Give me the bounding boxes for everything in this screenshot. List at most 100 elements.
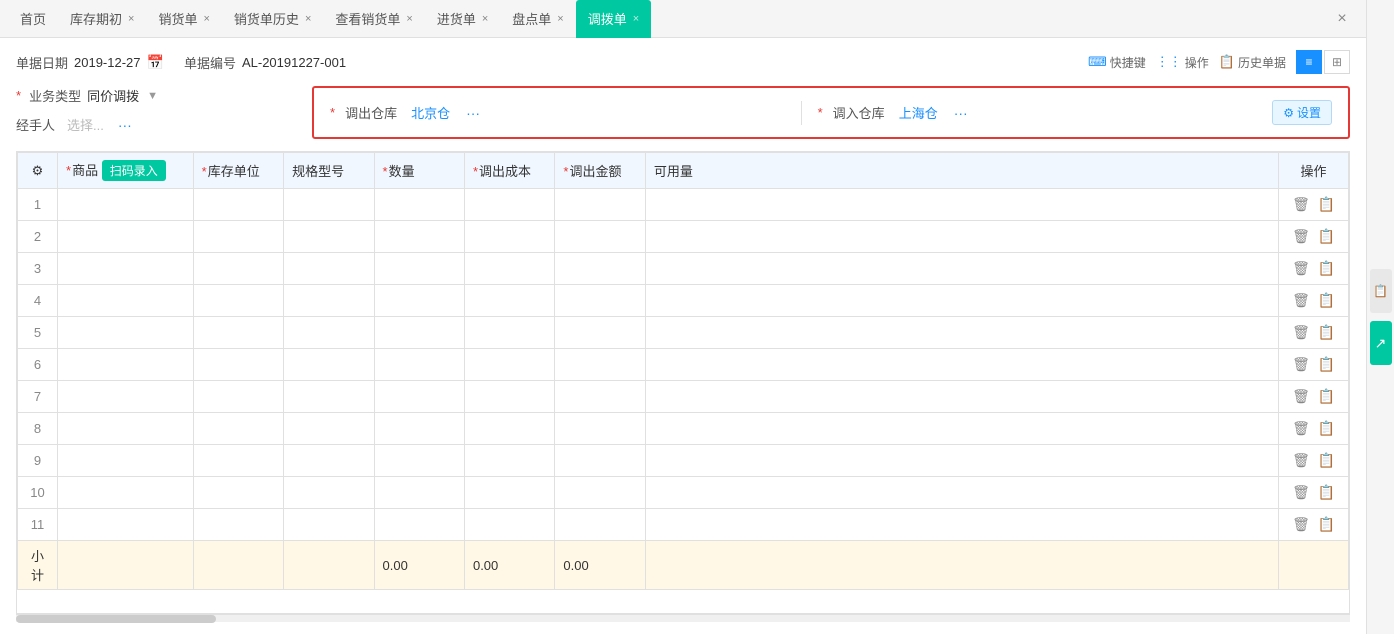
quantity-cell[interactable] (374, 253, 464, 285)
tab-transfer[interactable]: 调拨单 × (576, 0, 651, 38)
cost-cell[interactable] (464, 477, 554, 509)
product-cell[interactable] (58, 317, 194, 349)
operation-button[interactable]: ⋮⋮ 操作 (1156, 54, 1209, 71)
delete-icon[interactable]: 🗑 (1292, 228, 1310, 244)
product-cell[interactable] (58, 189, 194, 221)
transfer-in-value[interactable]: 上海仓 (899, 103, 938, 122)
amount-cell[interactable] (555, 477, 645, 509)
settings-button[interactable]: ⚙ 设置 (1272, 100, 1332, 125)
copy-icon[interactable]: 📋 (1317, 356, 1334, 372)
spec-cell[interactable] (284, 253, 374, 285)
tab-close-inventory-check[interactable]: × (557, 13, 563, 25)
cost-cell[interactable] (464, 349, 554, 381)
cost-cell[interactable] (464, 509, 554, 541)
quantity-cell[interactable] (374, 381, 464, 413)
delete-icon[interactable]: 🗑 (1292, 292, 1310, 308)
history-button[interactable]: 📋 历史单据 (1219, 54, 1286, 71)
product-cell[interactable] (58, 477, 194, 509)
amount-cell[interactable] (555, 413, 645, 445)
tab-close-sales-order[interactable]: × (203, 13, 209, 25)
quantity-cell[interactable] (374, 189, 464, 221)
sidebar-expand-icon[interactable]: ↗ (1370, 321, 1392, 365)
copy-icon[interactable]: 📋 (1317, 452, 1334, 468)
product-cell[interactable] (58, 381, 194, 413)
quantity-cell[interactable] (374, 413, 464, 445)
quantity-cell[interactable] (374, 445, 464, 477)
amount-cell[interactable] (555, 317, 645, 349)
quantity-cell[interactable] (374, 349, 464, 381)
cost-cell[interactable] (464, 189, 554, 221)
delete-icon[interactable]: 🗑 (1292, 388, 1310, 404)
unit-cell[interactable] (193, 349, 283, 381)
transfer-out-value[interactable]: 北京仓 (411, 103, 450, 122)
quantity-cell[interactable] (374, 221, 464, 253)
unit-cell[interactable] (193, 189, 283, 221)
cost-cell[interactable] (464, 253, 554, 285)
quantity-cell[interactable] (374, 509, 464, 541)
cost-cell[interactable] (464, 381, 554, 413)
quantity-cell[interactable] (374, 477, 464, 509)
tab-close-purchase[interactable]: × (482, 13, 488, 25)
spec-cell[interactable] (284, 509, 374, 541)
spec-cell[interactable] (284, 221, 374, 253)
delete-icon[interactable]: 🗑 (1292, 324, 1310, 340)
unit-cell[interactable] (193, 413, 283, 445)
scroll-thumb[interactable] (16, 615, 216, 623)
cost-cell[interactable] (464, 317, 554, 349)
copy-icon[interactable]: 📋 (1317, 324, 1334, 340)
tab-view-sales[interactable]: 查看销货单 × (323, 0, 424, 38)
spec-cell[interactable] (284, 285, 374, 317)
tab-close-inventory-init[interactable]: × (128, 13, 134, 25)
tab-home[interactable]: 首页 (8, 0, 58, 38)
product-cell[interactable] (58, 253, 194, 285)
quantity-cell[interactable] (374, 317, 464, 349)
amount-cell[interactable] (555, 381, 645, 413)
unit-cell[interactable] (193, 285, 283, 317)
delete-icon[interactable]: 🗑 (1292, 196, 1310, 212)
copy-icon[interactable]: 📋 (1317, 420, 1334, 436)
shortcut-button[interactable]: ⌨ 快捷键 (1088, 54, 1146, 71)
tab-close-view-sales[interactable]: × (406, 13, 412, 25)
copy-icon[interactable]: 📋 (1317, 292, 1334, 308)
unit-cell[interactable] (193, 445, 283, 477)
product-cell[interactable] (58, 413, 194, 445)
spec-cell[interactable] (284, 317, 374, 349)
amount-cell[interactable] (555, 253, 645, 285)
amount-cell[interactable] (555, 285, 645, 317)
transfer-in-more-button[interactable]: ··· (954, 105, 968, 121)
spec-cell[interactable] (284, 349, 374, 381)
delete-icon[interactable]: 🗑 (1292, 484, 1310, 500)
tab-sales-history[interactable]: 销货单历史 × (222, 0, 323, 38)
tab-purchase[interactable]: 进货单 × (425, 0, 500, 38)
close-all-tabs-button[interactable]: × (1326, 3, 1358, 35)
delete-icon[interactable]: 🗑 (1292, 260, 1310, 276)
cost-cell[interactable] (464, 285, 554, 317)
unit-cell[interactable] (193, 381, 283, 413)
product-cell[interactable] (58, 349, 194, 381)
tab-close-sales-history[interactable]: × (305, 13, 311, 25)
gear-icon[interactable]: ⚙ (32, 163, 44, 178)
copy-icon[interactable]: 📋 (1317, 516, 1334, 532)
unit-cell[interactable] (193, 509, 283, 541)
spec-cell[interactable] (284, 445, 374, 477)
quantity-cell[interactable] (374, 285, 464, 317)
product-cell[interactable] (58, 221, 194, 253)
tab-sales-order[interactable]: 销货单 × (146, 0, 221, 38)
handler-more-button[interactable]: ··· (118, 117, 132, 133)
handler-placeholder[interactable]: 选择... (67, 115, 104, 134)
view-grid-button[interactable]: ⊞ (1324, 50, 1350, 74)
amount-cell[interactable] (555, 445, 645, 477)
copy-icon[interactable]: 📋 (1317, 196, 1334, 212)
cost-cell[interactable] (464, 413, 554, 445)
unit-cell[interactable] (193, 317, 283, 349)
copy-icon[interactable]: 📋 (1317, 484, 1334, 500)
unit-cell[interactable] (193, 253, 283, 285)
spec-cell[interactable] (284, 413, 374, 445)
spec-cell[interactable] (284, 189, 374, 221)
product-cell[interactable] (58, 445, 194, 477)
delete-icon[interactable]: 🗑 (1292, 356, 1310, 372)
view-list-button[interactable]: ≡ (1296, 50, 1322, 74)
horizontal-scrollbar[interactable] (16, 614, 1350, 622)
unit-cell[interactable] (193, 477, 283, 509)
delete-icon[interactable]: 🗑 (1292, 516, 1310, 532)
